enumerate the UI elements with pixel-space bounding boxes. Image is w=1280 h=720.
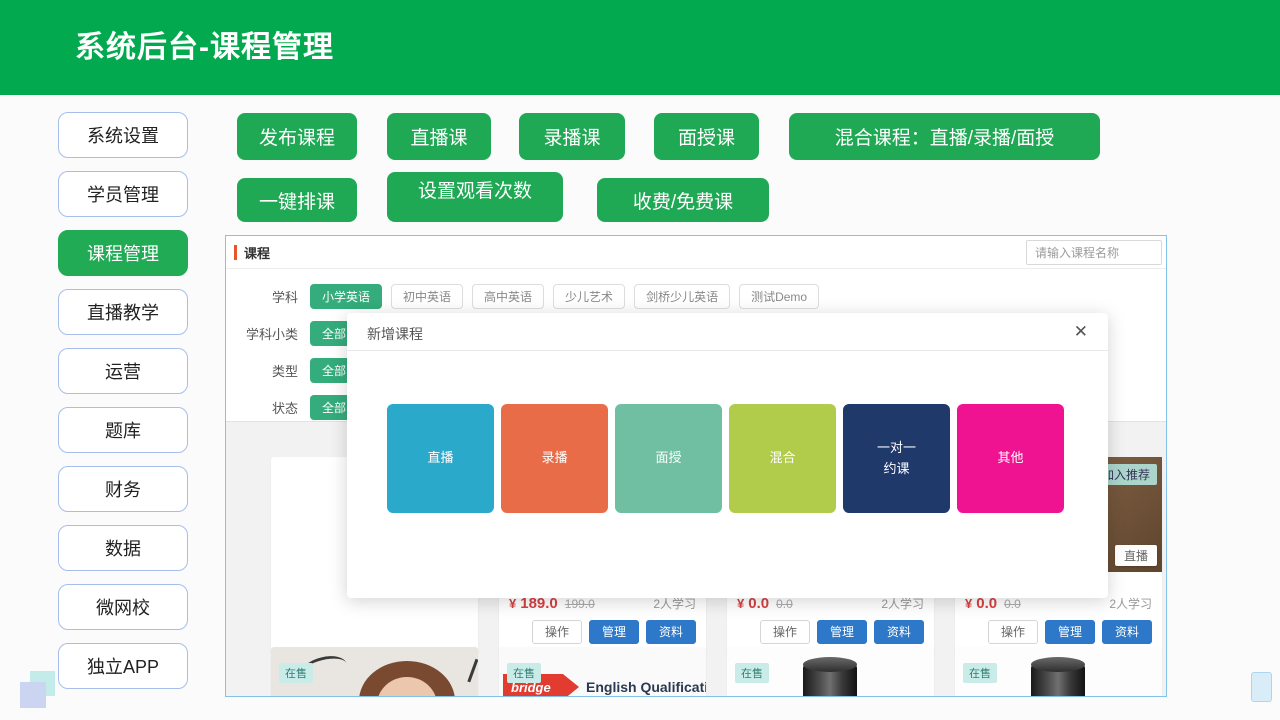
sidebar-item-question-bank[interactable]: 题库 bbox=[58, 407, 188, 453]
course-original-price: 0.0 bbox=[1004, 597, 1021, 611]
one-click-schedule-button[interactable]: 一键排课 bbox=[237, 178, 357, 222]
subject-tag[interactable]: 测试Demo bbox=[739, 284, 819, 309]
recorded-course-button[interactable]: 录播课 bbox=[519, 113, 625, 160]
sidebar-item-micro-school[interactable]: 微网校 bbox=[58, 584, 188, 630]
course-card[interactable]: 在售 bbox=[955, 647, 1162, 697]
course-card[interactable]: 在售 bbox=[271, 647, 478, 697]
type-card-offline[interactable]: 面授 bbox=[615, 404, 722, 513]
decoration-square-right bbox=[1251, 672, 1272, 702]
type-card-live[interactable]: 直播 bbox=[387, 404, 494, 513]
subject-tag-active[interactable]: 小学英语 bbox=[310, 284, 382, 309]
filter-row-subject: 学科 小学英语 初中英语 高中英语 少儿艺术 剑桥少儿英语 测试Demo bbox=[226, 278, 1166, 315]
material-button[interactable]: 资料 bbox=[1102, 620, 1152, 644]
material-button[interactable]: 资料 bbox=[874, 620, 924, 644]
course-search-input[interactable] bbox=[1026, 240, 1162, 265]
on-sale-badge: 在售 bbox=[507, 663, 541, 683]
currency-symbol: ¥ bbox=[737, 596, 744, 611]
filter-label: 学科 bbox=[226, 287, 298, 306]
publish-course-button[interactable]: 发布课程 bbox=[237, 113, 357, 160]
course-card[interactable]: bridge English Qualifications 在售 bbox=[499, 647, 706, 697]
on-sale-badge: 在售 bbox=[279, 663, 313, 683]
sidebar-item-operations[interactable]: 运营 bbox=[58, 348, 188, 394]
operate-button[interactable]: 操作 bbox=[532, 620, 582, 644]
accent-bar bbox=[234, 245, 237, 260]
page-header: 系统后台-课程管理 bbox=[0, 0, 1280, 95]
modal-title: 新增课程 bbox=[367, 324, 423, 344]
panel-title: 课程 bbox=[244, 243, 270, 262]
page-title: 系统后台-课程管理 bbox=[75, 0, 334, 95]
sidebar-item-standalone-app[interactable]: 独立APP bbox=[58, 643, 188, 689]
sidebar-item-course-management[interactable]: 课程管理 bbox=[58, 230, 188, 276]
course-type-badge: 直播 bbox=[1115, 545, 1157, 566]
manage-button[interactable]: 管理 bbox=[1045, 620, 1095, 644]
type-card-one-on-one[interactable]: 一对一 约课 bbox=[843, 404, 950, 513]
subject-tag[interactable]: 剑桥少儿英语 bbox=[634, 284, 730, 309]
manage-button[interactable]: 管理 bbox=[589, 620, 639, 644]
cambridge-caption: English Qualifications bbox=[586, 679, 706, 695]
filter-label: 学科小类 bbox=[226, 324, 298, 343]
sidebar-item-finance[interactable]: 财务 bbox=[58, 466, 188, 512]
on-sale-badge: 在售 bbox=[735, 663, 769, 683]
sidebar-item-system-settings[interactable]: 系统设置 bbox=[58, 112, 188, 158]
sidebar-item-student-management[interactable]: 学员管理 bbox=[58, 171, 188, 217]
type-card-recorded[interactable]: 录播 bbox=[501, 404, 608, 513]
subject-tag[interactable]: 少儿艺术 bbox=[553, 284, 625, 309]
live-course-button[interactable]: 直播课 bbox=[387, 113, 491, 160]
filter-label: 类型 bbox=[226, 361, 298, 380]
panel-header: 课程 bbox=[226, 236, 1166, 269]
mixed-course-button[interactable]: 混合课程：直播/录播/面授 bbox=[789, 113, 1100, 160]
offline-course-button[interactable]: 面授课 bbox=[654, 113, 759, 160]
course-type-options: 直播 录播 面授 混合 一对一 约课 其他 bbox=[387, 404, 1064, 513]
subject-tag[interactable]: 初中英语 bbox=[391, 284, 463, 309]
modal-header: 新增课程 ✕ bbox=[347, 313, 1108, 351]
decoration-square-lavender bbox=[20, 682, 46, 708]
on-sale-badge: 在售 bbox=[963, 663, 997, 683]
course-original-price: 199.0 bbox=[565, 597, 595, 611]
manage-button[interactable]: 管理 bbox=[817, 620, 867, 644]
operate-button[interactable]: 操作 bbox=[988, 620, 1038, 644]
currency-symbol: ¥ bbox=[965, 596, 972, 611]
course-card[interactable]: 在售 bbox=[727, 647, 934, 697]
currency-symbol: ¥ bbox=[509, 596, 516, 611]
material-button[interactable]: 资料 bbox=[646, 620, 696, 644]
type-card-other[interactable]: 其他 bbox=[957, 404, 1064, 513]
sidebar-item-data[interactable]: 数据 bbox=[58, 525, 188, 571]
sidebar-item-live-teaching[interactable]: 直播教学 bbox=[58, 289, 188, 335]
type-card-mixed[interactable]: 混合 bbox=[729, 404, 836, 513]
close-icon[interactable]: ✕ bbox=[1074, 322, 1088, 342]
filter-label: 状态 bbox=[226, 398, 298, 417]
student-count: 2人学习 bbox=[1109, 595, 1152, 612]
course-original-price: 0.0 bbox=[776, 597, 793, 611]
fee-free-course-button[interactable]: 收费/免费课 bbox=[597, 178, 769, 222]
operate-button[interactable]: 操作 bbox=[760, 620, 810, 644]
set-view-count-button[interactable]: 设置观看次数 bbox=[387, 172, 563, 222]
add-course-modal: 新增课程 ✕ 直播 录播 面授 混合 一对一 约课 其他 bbox=[347, 313, 1108, 598]
sidebar: 系统设置 学员管理 课程管理 直播教学 运营 题库 财务 数据 微网校 独立AP… bbox=[58, 112, 188, 689]
subject-tag[interactable]: 高中英语 bbox=[472, 284, 544, 309]
